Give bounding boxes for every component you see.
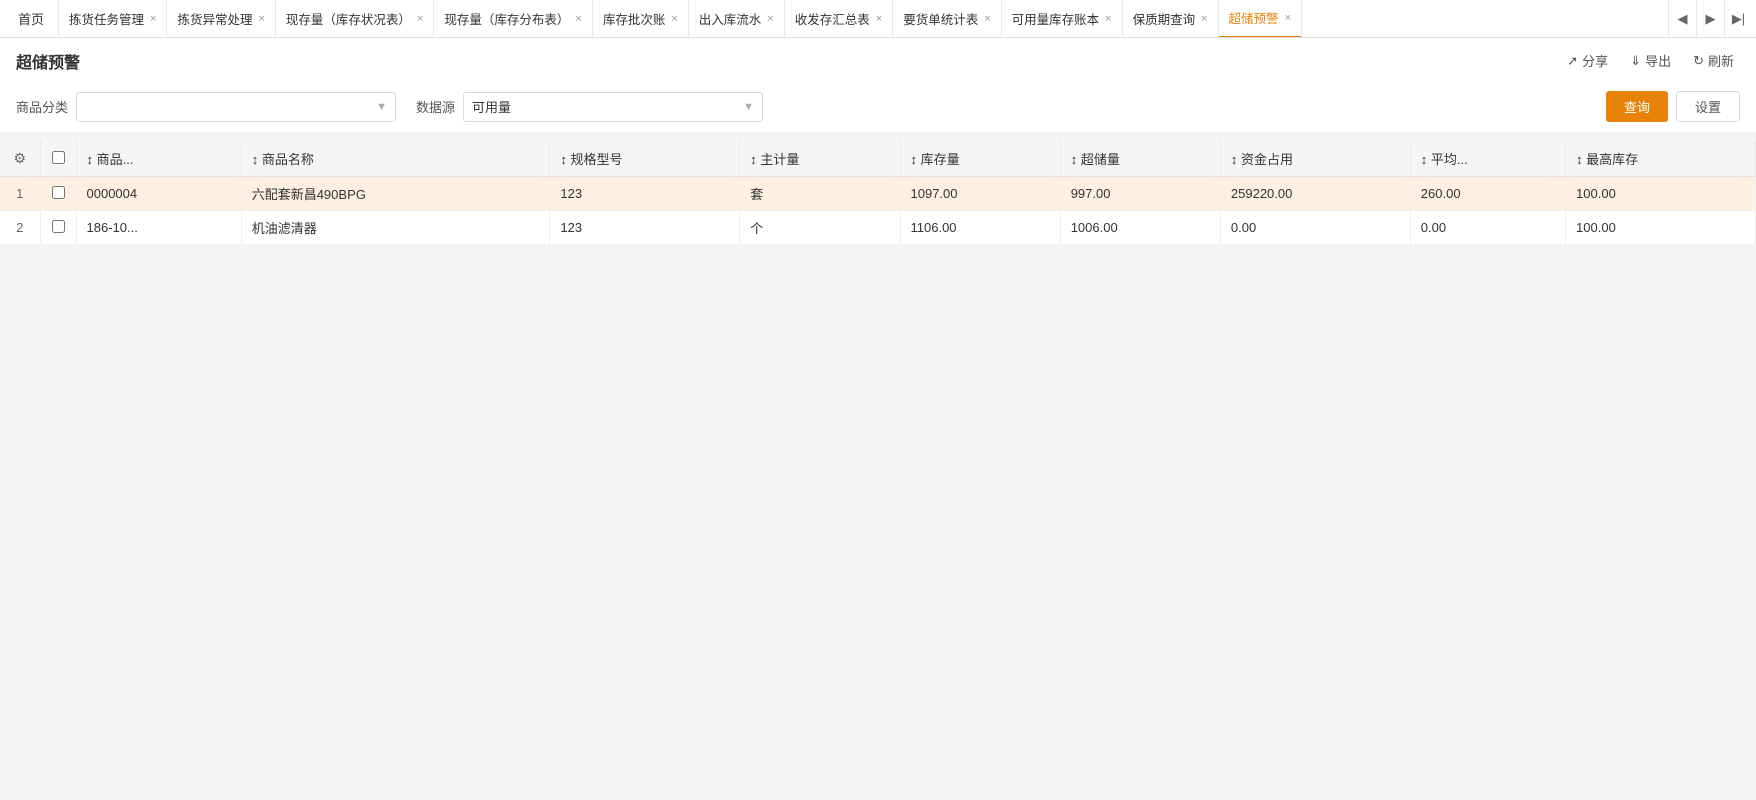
row-unit: 个	[740, 211, 900, 245]
col-maxstock-header[interactable]: ↕ 最高库存	[1566, 141, 1756, 177]
category-select[interactable]: ▼	[76, 92, 396, 122]
close-tab-avail-account[interactable]: ×	[1105, 13, 1111, 25]
close-tab-collect[interactable]: ×	[876, 13, 882, 25]
close-tab-stock-dist[interactable]: ×	[575, 13, 581, 25]
table-wrapper: ⚙ ↕ 商品... ↕ 商品名称 ↕ 规格型号 ↕	[0, 141, 1756, 245]
col-unit-header[interactable]: ↕ 主计量	[740, 141, 900, 177]
page-header: 超储预警 ➚ 分享 ⇓ 导出 ↻ 刷新	[0, 38, 1756, 81]
datasource-filter-group: 数据源 可用量 ▼	[416, 92, 763, 122]
select-all-checkbox[interactable]	[52, 151, 65, 164]
table-row: 2 186-10... 机油滤清器 123 个 1106.00 1006.00 …	[0, 211, 1756, 245]
tab-overstock[interactable]: 超储预警 ×	[1219, 0, 1302, 38]
filter-actions: 查询 设置	[1606, 91, 1740, 122]
close-tab-abnormal[interactable]: ×	[258, 13, 264, 25]
row-code: 186-10...	[76, 211, 241, 245]
page-title: 超储预警	[16, 49, 80, 73]
topbar: 首页 拣货任务管理 × 拣货异常处理 × 现存量（库存状况表） × 现存量（库存…	[0, 0, 1756, 38]
col-spec-header[interactable]: ↕ 规格型号	[550, 141, 740, 177]
col-gear: ⚙	[0, 141, 40, 177]
category-arrow-icon: ▼	[376, 101, 387, 113]
row-unit: 套	[740, 177, 900, 211]
tab-collect[interactable]: 收发存汇总表 ×	[785, 0, 893, 38]
row-stock: 1097.00	[900, 177, 1060, 211]
gear-icon[interactable]: ⚙	[13, 150, 26, 166]
category-label: 商品分类	[16, 97, 68, 116]
datasource-label: 数据源	[416, 97, 455, 116]
row-maxstock: 100.00	[1566, 177, 1756, 211]
main-table: ⚙ ↕ 商品... ↕ 商品名称 ↕ 规格型号 ↕	[0, 141, 1756, 245]
close-tab-inout-flow[interactable]: ×	[767, 13, 773, 25]
share-icon: ➚	[1567, 53, 1578, 69]
category-filter-group: 商品分类 ▼	[16, 92, 396, 122]
filter-area: 商品分类 ▼ 数据源 可用量 ▼ 查询 设置	[0, 81, 1756, 133]
close-tab-batch[interactable]: ×	[671, 13, 677, 25]
row-avg: 0.00	[1410, 211, 1565, 245]
tab-inout-flow[interactable]: 出入库流水 ×	[689, 0, 785, 38]
table-row: 1 0000004 六配套新昌490BPG 123 套 1097.00 997.…	[0, 177, 1756, 211]
query-button[interactable]: 查询	[1606, 91, 1668, 122]
close-tab-overstock[interactable]: ×	[1285, 12, 1291, 24]
tab-avail-account[interactable]: 可用量库存账本 ×	[1002, 0, 1123, 38]
row-stock: 1106.00	[900, 211, 1060, 245]
datasource-arrow-icon: ▼	[743, 101, 754, 113]
refresh-icon: ↻	[1693, 53, 1704, 69]
tab-order-stat[interactable]: 要货单统计表 ×	[893, 0, 1001, 38]
refresh-button[interactable]: ↻ 刷新	[1687, 48, 1740, 73]
tab-batch[interactable]: 库存批次账 ×	[593, 0, 689, 38]
datasource-select[interactable]: 可用量 ▼	[463, 92, 763, 122]
row-spec: 123	[550, 211, 740, 245]
col-name-header[interactable]: ↕ 商品名称	[241, 141, 550, 177]
tab-stock-status[interactable]: 现存量（库存状况表） ×	[276, 0, 434, 38]
tab-task-mgmt[interactable]: 拣货任务管理 ×	[59, 0, 167, 38]
col-code-header[interactable]: ↕ 商品...	[76, 141, 241, 177]
row-num: 2	[0, 211, 40, 245]
row-avg: 260.00	[1410, 177, 1565, 211]
export-button[interactable]: ⇓ 导出	[1624, 48, 1677, 73]
close-tab-order-stat[interactable]: ×	[984, 13, 990, 25]
close-tab-task-mgmt[interactable]: ×	[150, 13, 156, 25]
row-checkbox-cell	[40, 177, 76, 211]
row-checkbox[interactable]	[52, 186, 65, 199]
row-capital: 259220.00	[1220, 177, 1410, 211]
row-maxstock: 100.00	[1566, 211, 1756, 245]
row-checkbox[interactable]	[52, 220, 65, 233]
nav-next-arrow[interactable]: ▶	[1696, 0, 1724, 38]
datasource-value: 可用量	[472, 97, 511, 116]
tab-abnormal[interactable]: 拣货异常处理 ×	[167, 0, 275, 38]
row-name: 六配套新昌490BPG	[241, 177, 550, 211]
col-overstock-header[interactable]: ↕ 超储量	[1060, 141, 1220, 177]
share-button[interactable]: ➚ 分享	[1561, 48, 1614, 73]
row-overstock: 997.00	[1060, 177, 1220, 211]
col-capital-header[interactable]: ↕ 资金占用	[1220, 141, 1410, 177]
row-code: 0000004	[76, 177, 241, 211]
settings-button[interactable]: 设置	[1676, 91, 1740, 122]
close-tab-stock-status[interactable]: ×	[417, 13, 423, 25]
col-stock-header[interactable]: ↕ 库存量	[900, 141, 1060, 177]
export-icon: ⇓	[1630, 53, 1641, 69]
col-checkbox-header	[40, 141, 76, 177]
row-checkbox-cell	[40, 211, 76, 245]
tab-quality[interactable]: 保质期查询 ×	[1123, 0, 1219, 38]
tab-home[interactable]: 首页	[4, 0, 59, 38]
close-tab-quality[interactable]: ×	[1201, 13, 1207, 25]
table-header-row: ⚙ ↕ 商品... ↕ 商品名称 ↕ 规格型号 ↕	[0, 141, 1756, 177]
col-avg-header[interactable]: ↕ 平均...	[1410, 141, 1565, 177]
row-overstock: 1006.00	[1060, 211, 1220, 245]
nav-close-arrow[interactable]: ▶|	[1724, 0, 1752, 38]
header-actions: ➚ 分享 ⇓ 导出 ↻ 刷新	[1561, 48, 1740, 73]
row-num: 1	[0, 177, 40, 211]
row-capital: 0.00	[1220, 211, 1410, 245]
row-spec: 123	[550, 177, 740, 211]
tab-stock-dist[interactable]: 现存量（库存分布表） ×	[434, 0, 592, 38]
nav-prev-arrow[interactable]: ◀	[1668, 0, 1696, 38]
row-name: 机油滤清器	[241, 211, 550, 245]
